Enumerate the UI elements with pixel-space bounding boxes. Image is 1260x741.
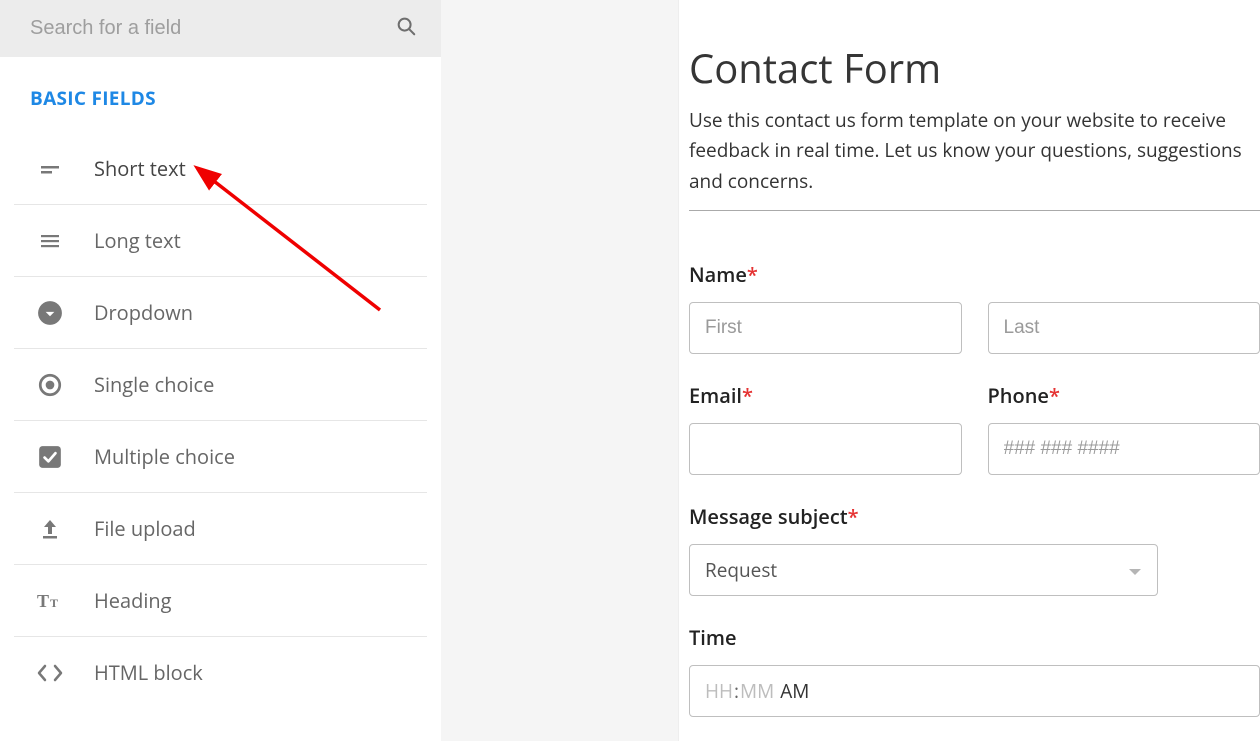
email-phone-row: Email* Phone*	[689, 382, 1260, 475]
time-input[interactable]: HH : MM AM	[689, 665, 1260, 717]
search-bar	[0, 0, 441, 57]
field-label: Multiple choice	[94, 443, 235, 470]
field-label: Dropdown	[94, 299, 193, 326]
field-label: Long text	[94, 227, 181, 254]
time-label: Time	[689, 624, 1260, 651]
phone-label: Phone*	[988, 382, 1260, 409]
email-field: Email*	[689, 382, 962, 475]
field-item-html-block[interactable]: HTML block	[14, 637, 427, 708]
code-icon	[34, 663, 66, 683]
field-item-multiple-choice[interactable]: Multiple choice	[14, 421, 427, 493]
time-ampm: AM	[780, 678, 809, 704]
field-item-heading[interactable]: T T Heading	[14, 565, 427, 637]
form-preview-area: Contact Form Use this contact us form te…	[679, 0, 1260, 741]
svg-text:T: T	[37, 591, 49, 611]
search-icon[interactable]	[395, 15, 417, 42]
long-text-icon	[34, 229, 66, 253]
checkbox-icon	[34, 444, 66, 470]
upload-icon	[34, 517, 66, 541]
subject-row: Message subject* Request	[689, 503, 1260, 596]
field-item-single-choice[interactable]: Single choice	[14, 349, 427, 421]
short-text-icon	[34, 157, 66, 181]
phone-input[interactable]	[988, 423, 1260, 475]
name-field: Name*	[689, 261, 962, 354]
section-header-basic-fields: BASIC FIELDS	[0, 57, 441, 133]
name-last-input[interactable]	[988, 302, 1260, 354]
time-mm: MM	[740, 678, 774, 704]
canvas-gutter	[441, 0, 679, 741]
field-label: Single choice	[94, 371, 214, 398]
heading-icon: T T	[34, 590, 66, 612]
search-input[interactable]	[30, 17, 395, 40]
svg-text:T: T	[50, 596, 58, 610]
field-label: Short text	[94, 155, 186, 182]
subject-label: Message subject*	[689, 503, 1158, 530]
name-last-wrap	[988, 261, 1260, 354]
field-label: File upload	[94, 515, 196, 542]
time-colon: :	[734, 678, 739, 704]
spacer-label	[988, 261, 1260, 288]
sidebar-fields-panel: BASIC FIELDS Short text	[0, 0, 441, 741]
name-row: Name*	[689, 261, 1260, 354]
field-label: HTML block	[94, 659, 203, 686]
field-item-file-upload[interactable]: File upload	[14, 493, 427, 565]
form-description[interactable]: Use this contact us form template on you…	[689, 105, 1260, 211]
field-item-short-text[interactable]: Short text	[14, 133, 427, 205]
dropdown-icon	[34, 300, 66, 326]
time-hh: HH	[705, 678, 733, 704]
form-title[interactable]: Contact Form	[689, 40, 1260, 95]
field-item-dropdown[interactable]: Dropdown	[14, 277, 427, 349]
subject-field: Message subject* Request	[689, 503, 1158, 596]
email-label: Email*	[689, 382, 962, 409]
time-field: Time HH : MM AM	[689, 624, 1260, 717]
phone-field: Phone*	[988, 382, 1260, 475]
field-item-long-text[interactable]: Long text	[14, 205, 427, 277]
subject-value: Request	[705, 557, 777, 583]
email-input[interactable]	[689, 423, 962, 475]
field-list: Short text Long text	[0, 133, 441, 708]
time-row: Time HH : MM AM	[689, 624, 1260, 717]
field-label: Heading	[94, 587, 172, 614]
name-label: Name*	[689, 261, 962, 288]
radio-icon	[34, 372, 66, 398]
subject-select[interactable]: Request	[689, 544, 1158, 596]
chevron-down-icon	[1128, 557, 1142, 583]
name-first-input[interactable]	[689, 302, 962, 354]
